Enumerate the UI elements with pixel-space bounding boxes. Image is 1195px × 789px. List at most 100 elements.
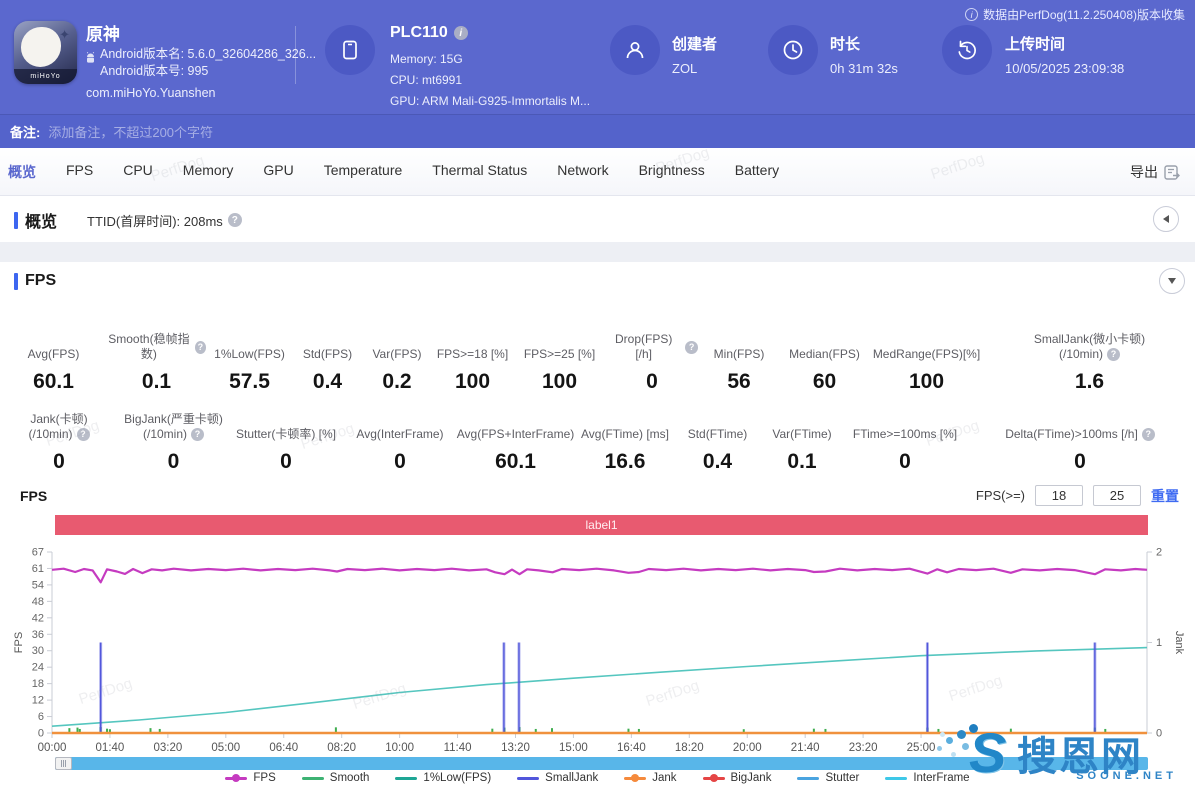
stat-label: FTime>=100ms [%] [852,427,958,441]
stat-label: Avg(FPS+InterFrame) [456,427,575,441]
stat-value: 0 [53,450,65,473]
tab-Network[interactable]: Network [557,162,608,182]
svg-text:48: 48 [32,596,44,608]
legend-item-Stutter[interactable]: Stutter [797,772,859,784]
tab-CPU[interactable]: CPU [123,162,153,182]
svg-text:6: 6 [38,711,44,723]
tab-GPU[interactable]: GPU [263,162,293,182]
reset-button[interactable]: 重置 [1151,486,1179,506]
legend-item-FPS[interactable]: FPS [225,772,276,784]
fps-filter-controls: FPS(>=) 重置 [976,485,1179,506]
legend-item-SmallJank[interactable]: SmallJank [517,772,598,784]
legend-label: Stutter [825,772,860,784]
chart-scrollbar-track[interactable] [55,757,1148,770]
tab-Brightness[interactable]: Brightness [639,162,705,182]
note-label: 备注: [10,125,41,140]
ttid-help-icon[interactable]: ? [227,213,242,227]
svg-text:13:20: 13:20 [501,742,530,754]
legend-label: Smooth [329,772,370,784]
app-package: com.miHoYo.Yuanshen [86,86,216,100]
svg-text:0: 0 [1156,728,1162,740]
legend-item-BigJank[interactable]: BigJank [702,772,771,784]
stat-label: Stutter(卡顿率) [%] [235,427,336,441]
svg-text:03:20: 03:20 [153,742,182,754]
help-icon[interactable]: ? [1141,428,1155,441]
help-icon[interactable]: ? [76,428,90,441]
app-icon-caption: miHoYo [14,69,77,84]
tab-Thermal Status[interactable]: Thermal Status [432,162,527,182]
svg-text:01:40: 01:40 [96,742,125,754]
svg-text:36: 36 [32,629,44,641]
stat-label: 1%Low(FPS) [214,347,285,361]
device-specs: Memory: 15G CPU: mt6991 GPU: ARM Mali-G9… [390,49,590,112]
tab-概览[interactable]: 概览 [8,162,36,182]
upload-time-value: 10/05/2025 23:09:38 [1005,61,1125,76]
phone-icon [325,25,375,75]
ttid-value: TTID(首屏时间): 208ms [87,213,223,229]
stat-FPS>=18 [%]: FPS>=18 [%] 100 [432,330,513,394]
svg-text:08:20: 08:20 [327,742,356,754]
stat-Min(FPS): Min(FPS) 56 [698,330,780,394]
duration-icon [768,25,818,75]
stat-value: 16.6 [604,450,646,473]
stat-value: 0.1 [141,370,172,393]
chart-scrollbar-handle[interactable] [55,757,72,770]
svg-text:15:00: 15:00 [559,742,588,754]
fps-chart-svg: 67 61 54 48 42 36 30 24 18 12 6 0 2 1 0 00:00 01:40 03:20… [13,547,1185,755]
stat-label: Drop(FPS) [/h]? [606,330,698,362]
help-icon[interactable]: ? [685,340,698,354]
svg-text:FPS: FPS [13,632,25,653]
creator-value: ZOL [672,61,698,76]
tab-FPS[interactable]: FPS [66,162,93,182]
stat-SmallJank(微小卡顿): SmallJank(微小卡顿) (/10min)? 1.6 [984,330,1195,394]
creator-icon [610,25,660,75]
tab-Battery[interactable]: Battery [735,162,779,182]
stat-value: 57.5 [229,370,270,393]
legend-item-1%Low(FPS)[interactable]: 1%Low(FPS) [395,772,491,784]
legend-item-InterFrame[interactable]: InterFrame [885,772,970,784]
stat-value: 0.2 [382,370,412,393]
svg-text:10:00: 10:00 [385,742,414,754]
stat-label: Std(FTime) [687,427,748,441]
note-bar[interactable]: 备注: 添加备注，不超过200个字符 [0,114,1195,148]
svg-text:20:00: 20:00 [733,742,762,754]
upload-time-icon [942,25,992,75]
duration-label: 时长 [830,36,861,53]
stat-Var(FTime): Var(FTime) 0.1 [759,410,845,474]
svg-text:1: 1 [1156,637,1162,649]
device-info-icon[interactable]: i [453,26,468,40]
device-memory: Memory: 15G [390,52,463,66]
stat-value: 56 [727,370,751,393]
stat-Std(FTime): Std(FTime) 0.4 [676,410,759,474]
stat-value: 100 [541,370,578,393]
stat-label: Std(FPS) [302,347,353,361]
overview-collapse-button[interactable] [1153,206,1179,232]
export-button[interactable]: 导出 [1130,148,1181,196]
app-icon-face [21,27,61,67]
stat-label: Avg(InterFrame) [356,427,444,441]
fps-collapse-button[interactable] [1159,268,1185,294]
legend-item-Smooth[interactable]: Smooth [301,772,370,784]
stat-label: Avg(FTime) [ms] [580,427,669,441]
stat-value: 60.1 [495,450,536,473]
svg-text:21:40: 21:40 [791,742,820,754]
help-icon[interactable]: ? [191,428,204,441]
legend-marker [301,776,324,780]
svg-text:42: 42 [32,612,44,624]
stat-label: SmallJank(微小卡顿) (/10min)? [1033,332,1146,361]
device-name-row: PLC110 i [390,24,468,42]
stat-Avg(FTime) [ms]: Avg(FTime) [ms] 16.6 [574,410,676,474]
sparkle-icon: ✦ [59,27,70,42]
fps-threshold-input-2[interactable] [1093,485,1141,506]
tab-Temperature[interactable]: Temperature [324,162,403,182]
stat-value: 0 [394,450,406,473]
collect-note: i 数据由PerfDog(11.2.250408)版本收集 [965,6,1185,23]
help-icon[interactable]: ? [194,340,206,354]
legend-item-Jank[interactable]: Jank [624,772,677,784]
help-icon[interactable]: ? [1107,348,1120,361]
tab-Memory[interactable]: Memory [183,162,234,182]
tabs-container: 概览 FPS CPU Memory GPU Temperature Thermal Stat… [8,162,779,182]
tab-bar: 概览 FPS CPU Memory GPU Temperature Thermal Stat… [0,148,1195,196]
fps-threshold-input-1[interactable] [1035,485,1083,506]
svg-text:12: 12 [32,695,44,707]
